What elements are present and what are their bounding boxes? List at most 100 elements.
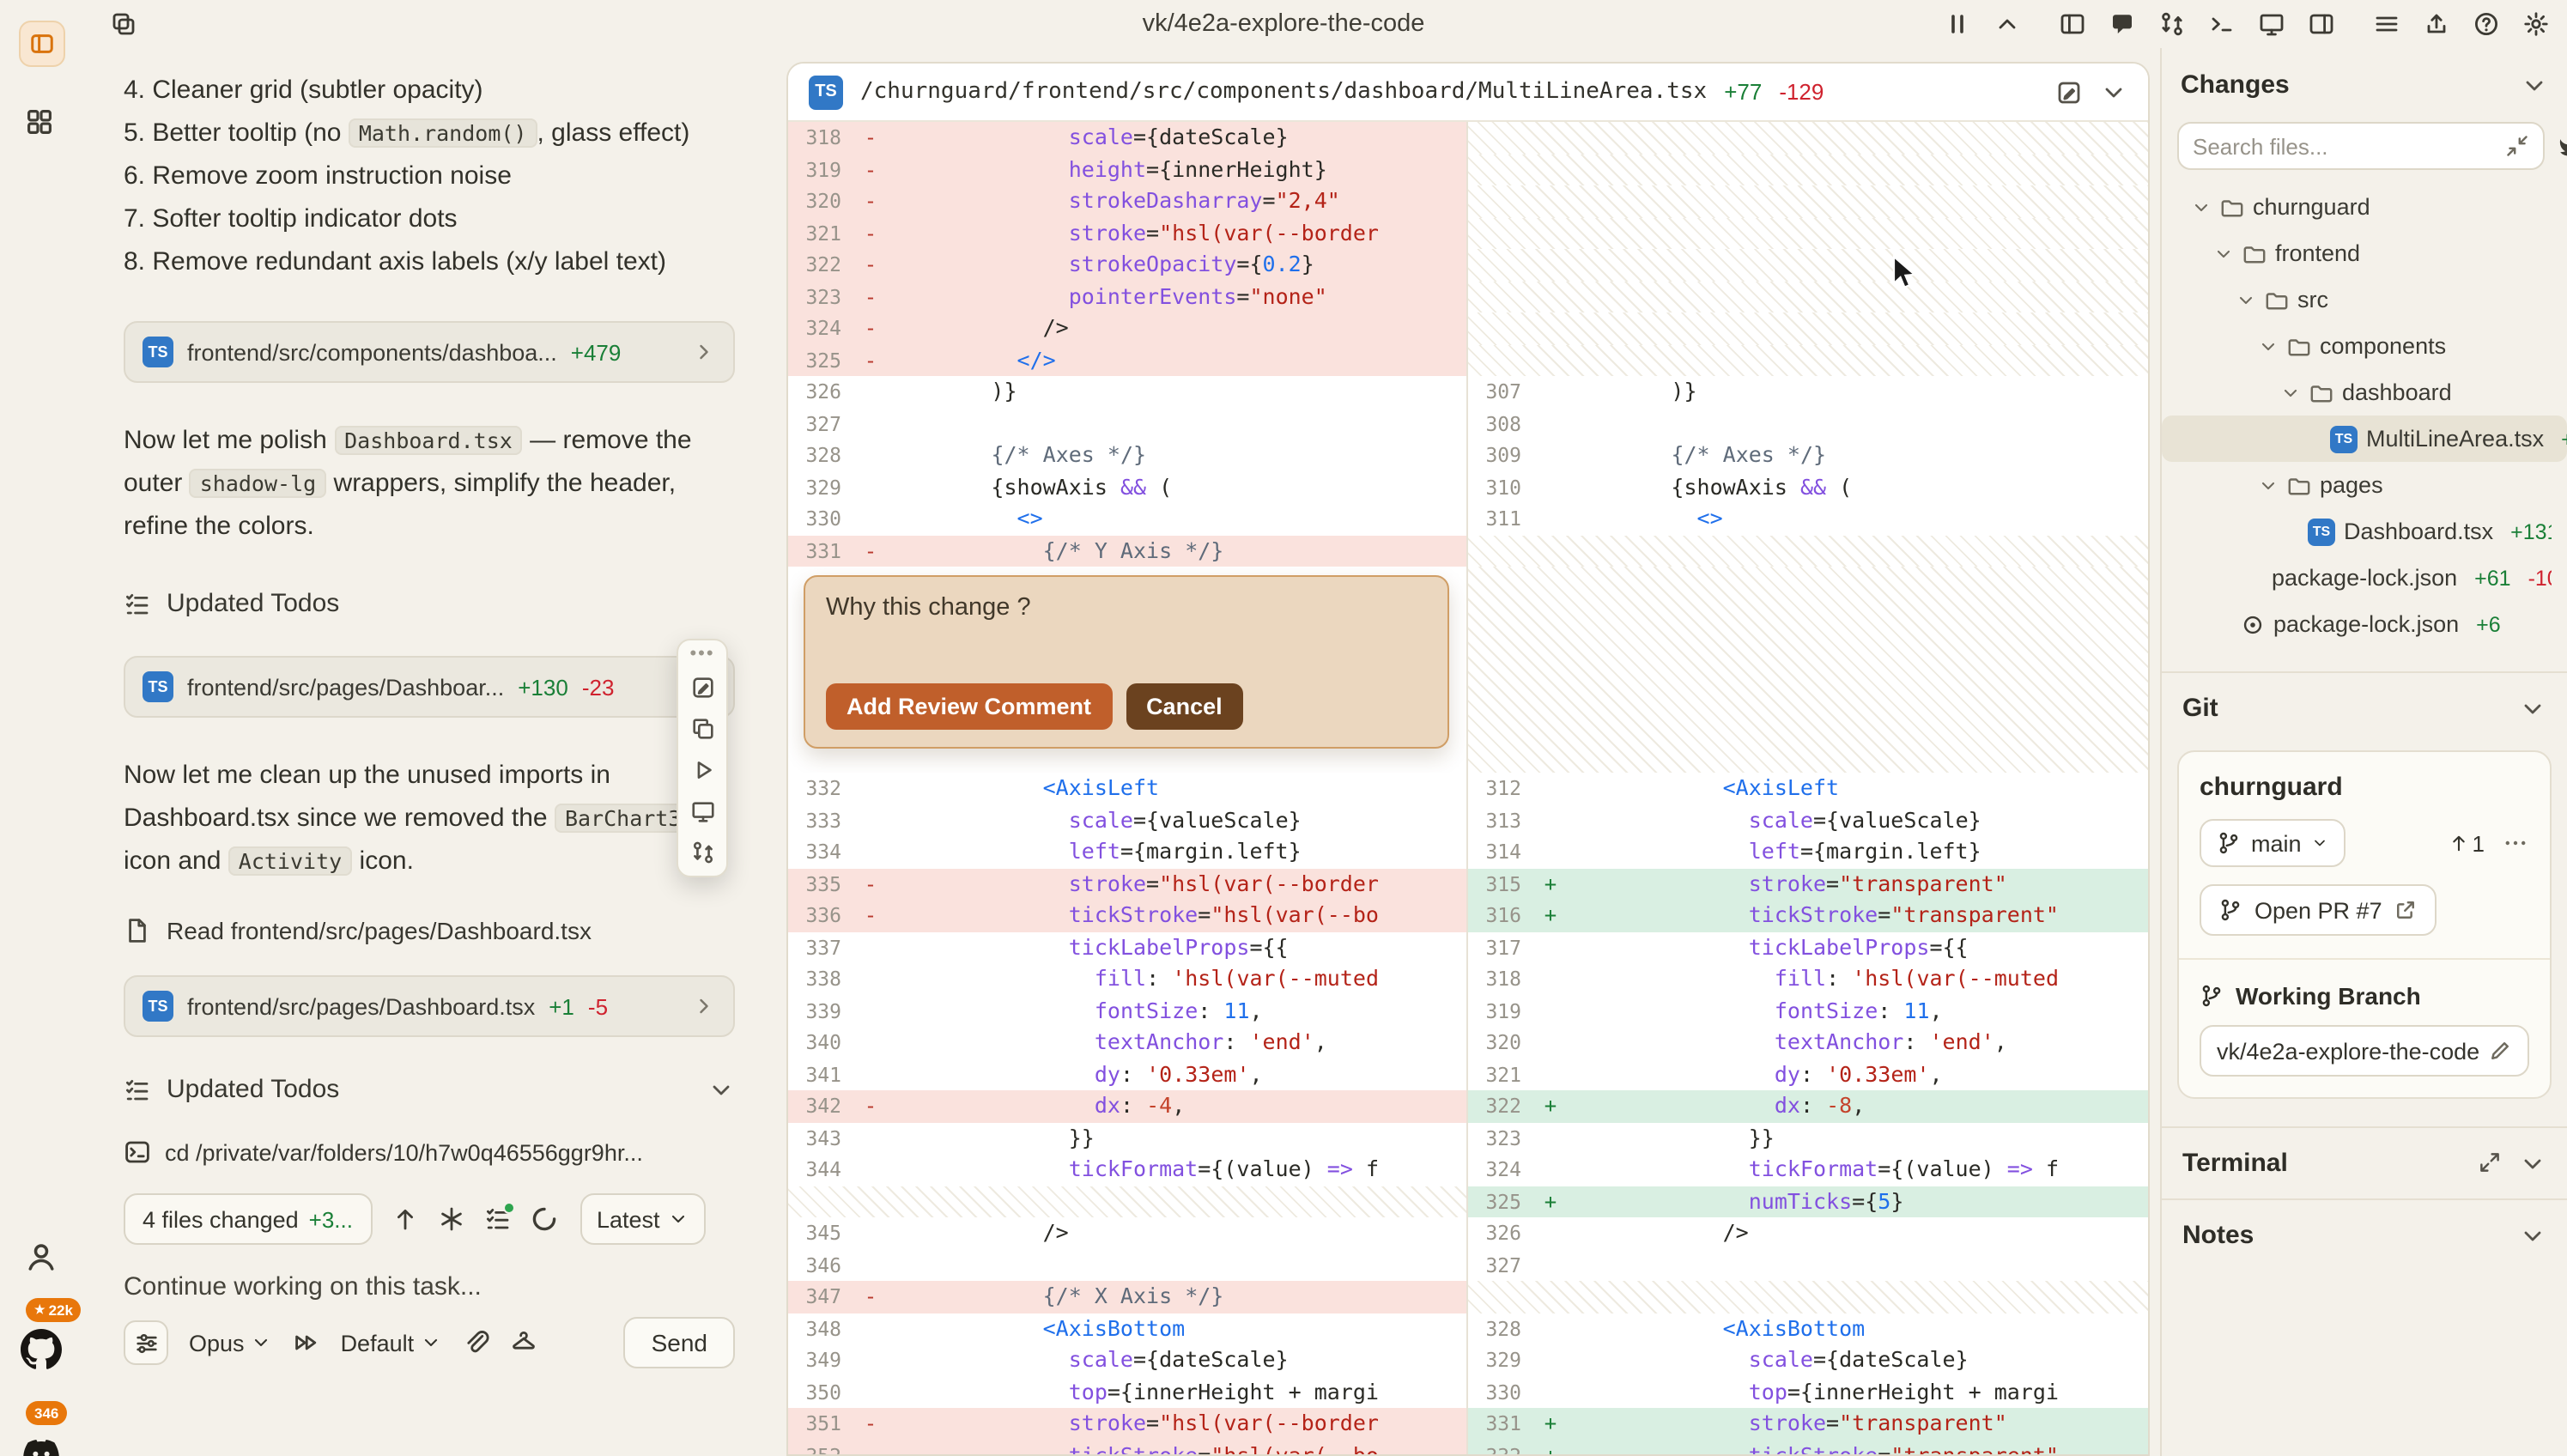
line-number[interactable]: 307 <box>1468 376 1533 408</box>
line-number[interactable]: 322 <box>788 249 853 281</box>
tree-row-package-lock-json[interactable]: package-lock.json+6 <box>2177 601 2552 647</box>
expand-icon[interactable] <box>2478 1150 2502 1174</box>
diff-row[interactable]: 348 <AxisBottom328 <AxisBottom <box>788 1313 2148 1344</box>
diff-context-line[interactable]: 327 <box>788 408 1468 440</box>
diff-context-line[interactable]: 324 tickFormat={(value) => f <box>1468 1154 2148 1186</box>
diff-row[interactable]: 343 }}323 }} <box>788 1122 2148 1154</box>
diff-row[interactable]: 318- scale={dateScale} <box>788 122 2148 154</box>
diff-row[interactable]: 337 tickLabelProps={{317 tickLabelProps=… <box>788 931 2148 963</box>
diff-added-line[interactable]: 315+ stroke="transparent" <box>1468 868 2148 900</box>
diff-row[interactable]: 349 scale={dateScale}329 scale={dateScal… <box>788 1344 2148 1376</box>
diff-row[interactable]: 330 <>311 <> <box>788 503 2148 535</box>
diff-deleted-line[interactable]: 318- scale={dateScale} <box>788 122 1468 154</box>
diff-row[interactable]: 338 fill: 'hsl(var(--muted318 fill: 'hsl… <box>788 963 2148 995</box>
diff-context-line[interactable]: 346 <box>788 1249 1468 1281</box>
line-number[interactable]: 318 <box>1468 963 1533 995</box>
collapse-up-icon[interactable] <box>1994 10 2021 38</box>
line-number[interactable]: 316 <box>1468 900 1533 931</box>
diff-empty-cell[interactable] <box>788 1186 1468 1217</box>
diff-row[interactable]: 340 textAnchor: 'end',320 textAnchor: 'e… <box>788 1027 2148 1059</box>
search-input[interactable] <box>2193 133 2495 159</box>
diff-context-line[interactable]: 311 <> <box>1468 503 2148 535</box>
tree-row-frontend[interactable]: frontend <box>2177 230 2552 276</box>
terminal-command-row[interactable]: cd /private/var/folders/10/h7w0q46556ggr… <box>124 1138 735 1166</box>
diff-row[interactable]: 347- {/* X Axis */} <box>788 1281 2148 1313</box>
diff-deleted-line[interactable]: 325- </> <box>788 344 1468 376</box>
line-number[interactable]: 349 <box>788 1344 853 1376</box>
diff-deleted-line[interactable]: 321- stroke="hsl(var(--border <box>788 217 1468 249</box>
settings-icon[interactable] <box>2522 10 2550 38</box>
diff-row[interactable]: 350 top={innerHeight + margi330 top={inn… <box>788 1376 2148 1408</box>
diff-deleted-line[interactable]: 342- dx: -4, <box>788 1090 1468 1122</box>
todos-status-icon[interactable] <box>483 1205 511 1233</box>
line-number[interactable]: 342 <box>788 1090 853 1122</box>
diff-context-line[interactable]: 350 top={innerHeight + margi <box>788 1376 1468 1408</box>
diff-row[interactable]: 352- tickStroke="hsl(var(--bo332+ tickSt… <box>788 1440 2148 1456</box>
line-number[interactable]: 312 <box>1468 773 1533 804</box>
diff-context-line[interactable]: 332 <AxisLeft <box>788 773 1468 804</box>
diff-empty-cell[interactable] <box>1468 312 2148 344</box>
diff-added-line[interactable]: 322+ dx: -8, <box>1468 1090 2148 1122</box>
message-input[interactable] <box>124 1272 735 1301</box>
tree-row-dashboard[interactable]: dashboard <box>2177 369 2552 416</box>
diff-context-line[interactable]: 327 <box>1468 1249 2148 1281</box>
diff-context-line[interactable]: 338 fill: 'hsl(var(--muted <box>788 963 1468 995</box>
diff-context-line[interactable]: 349 scale={dateScale} <box>788 1344 1468 1376</box>
send-button[interactable]: Send <box>624 1317 735 1368</box>
diff-context-line[interactable]: 333 scale={valueScale} <box>788 804 1468 836</box>
diff-context-line[interactable]: 323 }} <box>1468 1122 2148 1154</box>
fast-forward-icon[interactable] <box>293 1329 320 1356</box>
diff-row[interactable]: 332 <AxisLeft312 <AxisLeft <box>788 773 2148 804</box>
tree-row-dashboard-tsx[interactable]: TSDashboard.tsx+131-233 <box>2177 508 2552 555</box>
diff-row[interactable]: 324- /> <box>788 312 2148 344</box>
line-number[interactable]: 343 <box>788 1122 853 1154</box>
file-change-chip-3[interactable]: TS frontend/src/pages/Dashboard.tsx +1 -… <box>124 975 735 1037</box>
cancel-button[interactable]: Cancel <box>1126 683 1243 730</box>
tree-row-pages[interactable]: pages <box>2177 462 2552 508</box>
line-number[interactable]: 321 <box>788 217 853 249</box>
diff-context-line[interactable]: 314 left={margin.left} <box>1468 836 2148 868</box>
line-number[interactable]: 326 <box>1468 1217 1533 1249</box>
notes-section-header[interactable]: Notes <box>2162 1198 2567 1271</box>
diff-deleted-line[interactable]: 322- strokeOpacity={0.2} <box>788 249 1468 281</box>
diff-context-line[interactable]: 307 )} <box>1468 376 2148 408</box>
diff-context-line[interactable]: 341 dy: '0.33em', <box>788 1059 1468 1090</box>
line-number[interactable]: 311 <box>1468 503 1533 535</box>
chat-bubble-icon[interactable] <box>2109 10 2136 38</box>
open-diff-editor-icon[interactable] <box>2055 78 2083 106</box>
diff-context-line[interactable]: 344 tickFormat={(value) => f <box>788 1154 1468 1186</box>
diff-empty-cell[interactable] <box>1468 122 2148 154</box>
diff-deleted-line[interactable]: 319- height={innerHeight} <box>788 154 1468 185</box>
diff-added-line[interactable]: 331+ stroke="transparent" <box>1468 1408 2148 1440</box>
diff-empty-cell[interactable] <box>1468 217 2148 249</box>
diff-context-line[interactable]: 319 fontSize: 11, <box>1468 995 2148 1027</box>
terminal-section-header[interactable]: Terminal <box>2162 1126 2567 1198</box>
hanger-icon[interactable] <box>510 1329 537 1356</box>
line-number[interactable]: 345 <box>788 1217 853 1249</box>
line-number[interactable]: 326 <box>788 376 853 408</box>
collapse-files-icon[interactable] <box>2505 134 2529 158</box>
read-file-row[interactable]: Read frontend/src/pages/Dashboard.tsx <box>124 917 735 944</box>
line-number[interactable]: 350 <box>788 1376 853 1408</box>
files-changed-pill[interactable]: 4 files changed +3... <box>124 1193 372 1245</box>
diff-deleted-line[interactable]: 336- tickStroke="hsl(var(--bo <box>788 900 1468 931</box>
collapse-file-icon[interactable] <box>2100 78 2127 106</box>
drag-handle[interactable]: ••• <box>689 649 714 659</box>
compare-icon[interactable] <box>689 840 715 865</box>
line-number[interactable]: 315 <box>1468 868 1533 900</box>
diff-context-line[interactable]: 329 scale={dateScale} <box>1468 1344 2148 1376</box>
line-number[interactable]: 329 <box>1468 1344 1533 1376</box>
diff-context-line[interactable]: 320 textAnchor: 'end', <box>1468 1027 2148 1059</box>
line-number[interactable]: 320 <box>788 185 853 217</box>
diff-context-line[interactable]: 330 <> <box>788 503 1468 535</box>
line-number[interactable]: 314 <box>1468 836 1533 868</box>
line-number[interactable]: 325 <box>1468 1186 1533 1217</box>
diff-row[interactable]: 321- stroke="hsl(var(--border <box>788 217 2148 249</box>
diff-row[interactable]: 342- dx: -4,322+ dx: -8, <box>788 1090 2148 1122</box>
line-number[interactable]: 347 <box>788 1281 853 1313</box>
tree-row-churnguard[interactable]: churnguard <box>2177 184 2552 230</box>
diff-empty-cell[interactable] <box>1468 281 2148 312</box>
tune-button[interactable] <box>124 1320 168 1365</box>
line-number[interactable]: 323 <box>1468 1122 1533 1154</box>
diff-empty-cell[interactable] <box>1468 249 2148 281</box>
